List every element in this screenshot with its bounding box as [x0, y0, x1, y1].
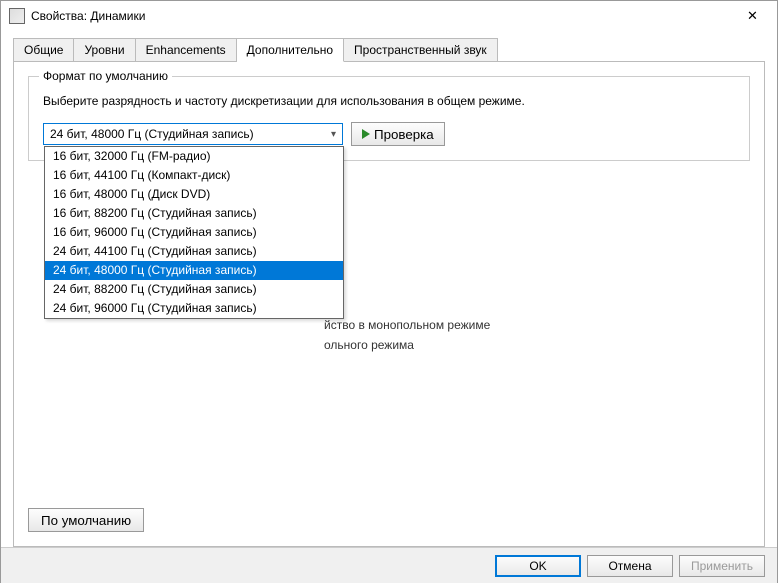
format-option[interactable]: 16 бит, 88200 Гц (Студийная запись): [45, 204, 343, 223]
window-title: Свойства: Динамики: [31, 9, 730, 23]
test-button[interactable]: Проверка: [351, 122, 445, 146]
tab-strip: Общие Уровни Enhancements Дополнительно …: [13, 38, 765, 62]
format-dropdown-list[interactable]: 16 бит, 32000 Гц (FM-радио)16 бит, 44100…: [44, 146, 344, 319]
format-option[interactable]: 24 бит, 88200 Гц (Студийная запись): [45, 280, 343, 299]
format-row: 24 бит, 48000 Гц (Студийная запись) ▾ 16…: [43, 122, 735, 146]
default-format-group: Формат по умолчанию Выберите разрядность…: [28, 76, 750, 161]
tab-panel-advanced: Формат по умолчанию Выберите разрядность…: [13, 61, 765, 547]
format-option[interactable]: 16 бит, 96000 Гц (Студийная запись): [45, 223, 343, 242]
tab-levels[interactable]: Уровни: [74, 38, 135, 62]
apply-button[interactable]: Применить: [679, 555, 765, 577]
titlebar: Свойства: Динамики ✕: [1, 1, 777, 31]
format-option[interactable]: 24 бит, 96000 Гц (Студийная запись): [45, 299, 343, 318]
close-button[interactable]: ✕: [730, 1, 775, 31]
ok-button[interactable]: OK: [495, 555, 581, 577]
test-button-label: Проверка: [374, 127, 434, 142]
tab-enhancements[interactable]: Enhancements: [136, 38, 237, 62]
tab-advanced[interactable]: Дополнительно: [237, 38, 344, 62]
exclusive-checkbox-2-fragment: ольного режима: [324, 338, 414, 352]
exclusive-checkbox-1-fragment: йство в монопольном режиме: [324, 318, 490, 332]
play-icon: [362, 129, 370, 139]
format-combo[interactable]: 24 бит, 48000 Гц (Студийная запись) ▾ 16…: [43, 123, 343, 145]
cancel-label: Отмена: [608, 559, 651, 573]
ok-label: OK: [529, 559, 546, 573]
default-format-description: Выберите разрядность и частоту дискретиз…: [43, 93, 735, 110]
chevron-down-icon: ▾: [331, 129, 336, 140]
format-option[interactable]: 16 бит, 32000 Гц (FM-радио): [45, 147, 343, 166]
format-option[interactable]: 16 бит, 48000 Гц (Диск DVD): [45, 185, 343, 204]
format-selected-value: 24 бит, 48000 Гц (Студийная запись): [50, 127, 254, 141]
default-format-legend: Формат по умолчанию: [39, 69, 172, 83]
apply-label: Применить: [691, 559, 753, 573]
tab-general[interactable]: Общие: [13, 38, 74, 62]
cancel-button[interactable]: Отмена: [587, 555, 673, 577]
dialog-footer: OK Отмена Применить: [1, 547, 777, 583]
format-option[interactable]: 24 бит, 44100 Гц (Студийная запись): [45, 242, 343, 261]
tab-spatial-sound[interactable]: Пространственный звук: [344, 38, 498, 62]
restore-defaults-button[interactable]: По умолчанию: [28, 508, 144, 532]
restore-defaults-label: По умолчанию: [41, 513, 131, 528]
format-option[interactable]: 24 бит, 48000 Гц (Студийная запись): [45, 261, 343, 280]
speaker-icon: [9, 8, 25, 24]
format-option[interactable]: 16 бит, 44100 Гц (Компакт-диск): [45, 166, 343, 185]
